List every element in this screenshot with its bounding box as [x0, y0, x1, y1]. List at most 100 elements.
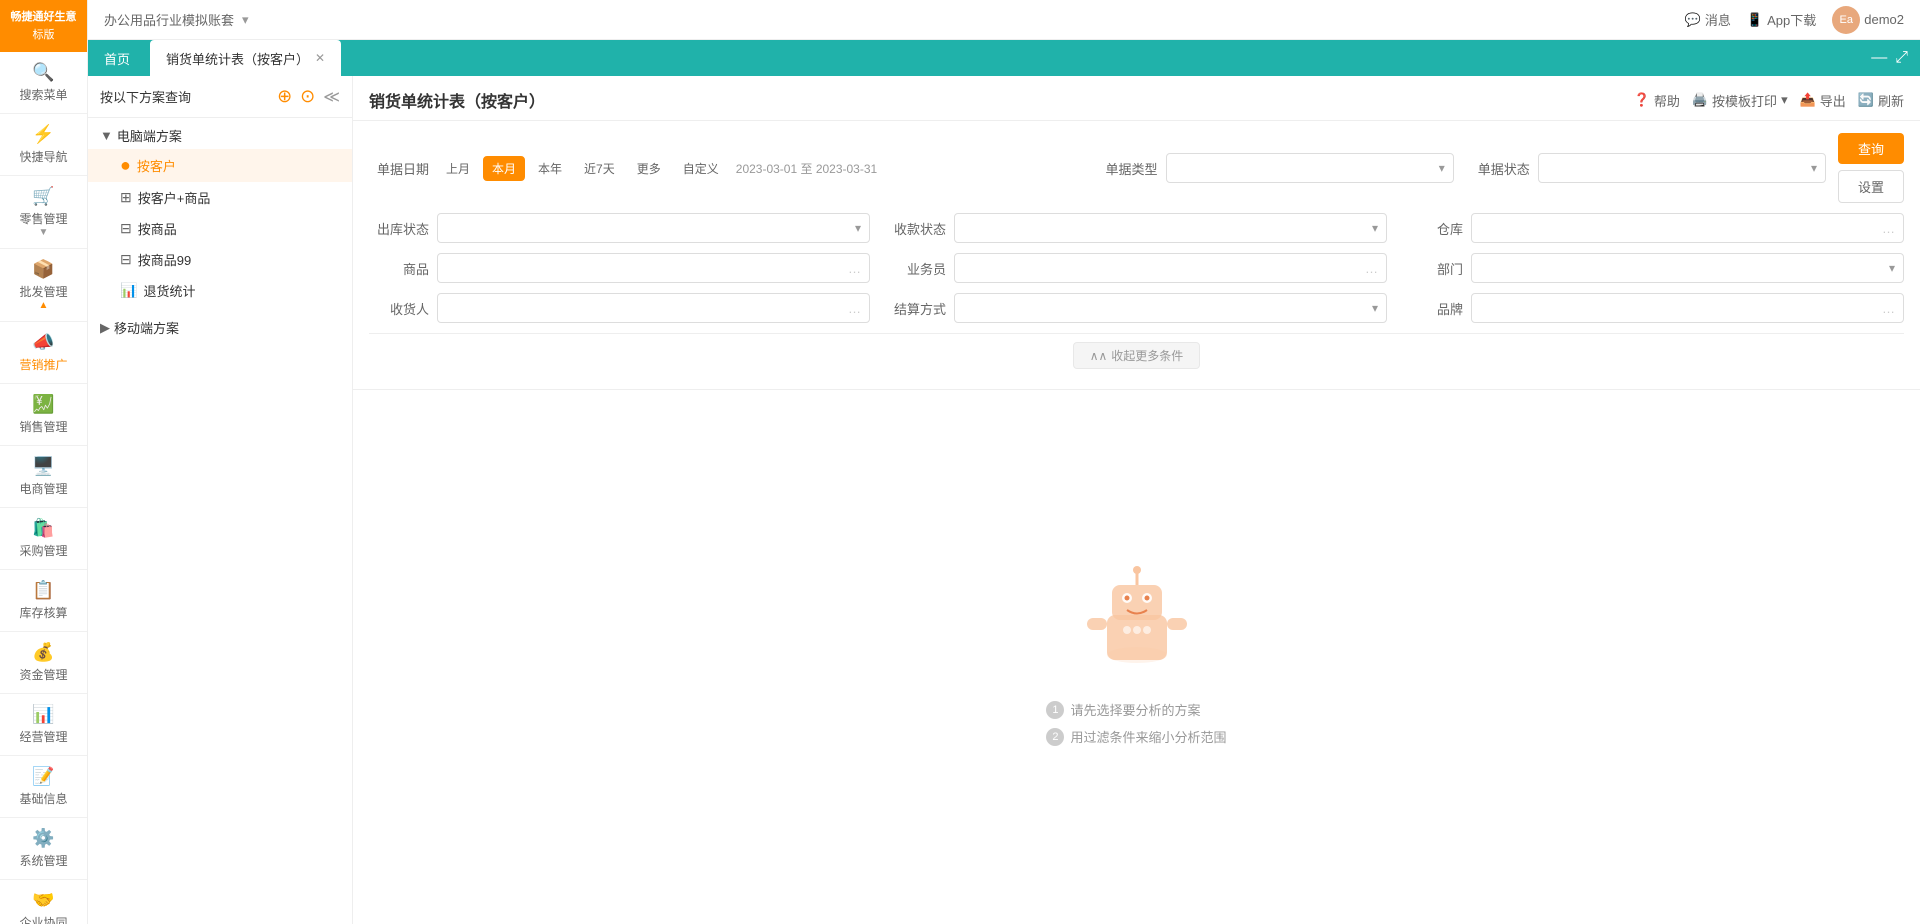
retail-icon: 🛒 — [32, 186, 54, 207]
tab-close-icon[interactable]: ✕ — [315, 51, 325, 65]
date-tabs-container: 上月 本月 本年 近7天 更多 自定义 2023-03-01 至 2023-03… — [437, 156, 1082, 181]
message-btn[interactable]: 💬 消息 — [1685, 10, 1731, 29]
sidebar-item-search[interactable]: 🔍 搜索菜单 — [0, 52, 87, 114]
filter-settle: 结算方式 ▾ — [886, 293, 1387, 323]
tree-section-desktop[interactable]: ▼ 电脑端方案 — [88, 118, 352, 149]
help-btn[interactable]: ❓ 帮助 — [1634, 91, 1680, 110]
settings-scheme-icon[interactable]: ⊙ — [300, 86, 315, 107]
sidebar-item-basic[interactable]: 📝 基础信息 — [0, 756, 87, 818]
print-dropdown-icon: ▾ — [1781, 92, 1788, 108]
doc-status-select[interactable]: ▾ — [1538, 153, 1826, 183]
receiver-select[interactable]: … — [437, 293, 870, 323]
filter-area: 单据日期 上月 本月 本年 近7天 更多 自定义 2023-03-01 至 20… — [353, 121, 1920, 390]
app-download-btn[interactable]: 📱 App下载 — [1747, 10, 1816, 29]
user-area[interactable]: Ea demo2 — [1832, 6, 1904, 34]
add-scheme-icon[interactable]: ⊕ — [277, 86, 292, 107]
collapse-btn[interactable]: ∧∧ 收起更多条件 — [1073, 342, 1201, 369]
sales-icon: 💹 — [32, 394, 54, 415]
product-dots: … — [848, 261, 861, 276]
sidebar-item-purchase-label: 采购管理 — [19, 542, 67, 559]
filter-row-3: 商品 … 业务员 … 部门 — [369, 253, 1904, 283]
date-tab-thisyear[interactable]: 本年 — [529, 156, 571, 181]
department-arrow: ▾ — [1889, 261, 1895, 275]
settle-arrow: ▾ — [1372, 301, 1378, 315]
print-label: 按模板打印 — [1712, 91, 1777, 110]
refresh-btn[interactable]: 🔄 刷新 — [1858, 91, 1904, 110]
print-btn[interactable]: 🖨️ 按模板打印 ▾ — [1692, 91, 1788, 110]
date-tab-lastmonth[interactable]: 上月 — [437, 156, 479, 181]
sidebar-item-retail[interactable]: 🛒 零售管理 ▼ — [0, 176, 87, 249]
wholesale-arrow: ▲ — [39, 300, 49, 311]
tab-maximize-icon[interactable]: ⤢ — [1895, 49, 1908, 67]
finance-icon: 💰 — [32, 642, 54, 663]
refresh-icon: 🔄 — [1858, 92, 1874, 108]
out-status-select[interactable]: ▾ — [437, 213, 870, 243]
settings-btn[interactable]: 设置 — [1838, 170, 1904, 203]
operation-icon: 📊 — [32, 704, 54, 725]
sidebar-item-ecommerce[interactable]: 🖥️ 电商管理 — [0, 446, 87, 508]
salesperson-select[interactable]: … — [954, 253, 1387, 283]
sidebar-item-finance[interactable]: 💰 资金管理 — [0, 632, 87, 694]
sidebar-item-purchase[interactable]: 🛍️ 采购管理 — [0, 508, 87, 570]
sidebar-item-system[interactable]: ⚙️ 系统管理 — [0, 818, 87, 880]
product-select[interactable]: … — [437, 253, 870, 283]
tree-item-customer-product[interactable]: ⊞ 按客户+商品 — [88, 182, 352, 213]
date-tab-thismonth[interactable]: 本月 — [483, 156, 525, 181]
department-select[interactable]: ▾ — [1471, 253, 1904, 283]
collect-status-select[interactable]: ▾ — [954, 213, 1387, 243]
warehouse-select[interactable]: … — [1471, 213, 1904, 243]
sidebar-item-quicknav[interactable]: ⚡ 快捷导航 — [0, 114, 87, 176]
tree-item-return-stats[interactable]: 📊 退货统计 — [88, 275, 352, 306]
sidebar-item-sales[interactable]: 💹 销售管理 — [0, 384, 87, 446]
tip-item-1: 1 请先选择要分析的方案 — [1046, 700, 1226, 719]
sidebar-item-wholesale[interactable]: 📦 批发管理 ▲ — [0, 249, 87, 322]
collect-status-label: 收款状态 — [886, 219, 946, 238]
sidebar-item-marketing[interactable]: 📣 营销推广 — [0, 322, 87, 384]
doc-status-label: 单据状态 — [1470, 159, 1530, 178]
tab-sales-stats-label: 销货单统计表（按客户） — [166, 49, 309, 68]
sidebar: 畅捷通好生意 标版 🔍 搜索菜单 ⚡ 快捷导航 🛒 零售管理 ▼ 📦 批发管理 … — [0, 0, 88, 924]
sidebar-item-ecommerce-label: 电商管理 — [19, 480, 67, 497]
export-btn[interactable]: 📤 导出 — [1800, 91, 1846, 110]
system-icon: ⚙️ — [32, 828, 54, 849]
tab-minimize-icon[interactable]: — — [1871, 49, 1887, 67]
filter-department: 部门 ▾ — [1403, 253, 1904, 283]
date-tab-more[interactable]: 更多 — [628, 156, 670, 181]
refresh-label: 刷新 — [1878, 91, 1904, 110]
app-download-icon: 📱 — [1747, 12, 1763, 28]
help-label: 帮助 — [1654, 91, 1680, 110]
tree-section-mobile[interactable]: ▶ 移动端方案 — [88, 310, 352, 341]
left-panel: 按以下方案查询 ⊕ ⊙ ≪ ▼ 电脑端方案 ● 按客户 ⊞ 按客户+商品 — [88, 76, 353, 924]
left-panel-header: 按以下方案查询 ⊕ ⊙ ≪ — [88, 76, 352, 118]
sidebar-item-operation[interactable]: 📊 经营管理 — [0, 694, 87, 756]
doc-type-select[interactable]: ▾ — [1166, 153, 1454, 183]
marketing-icon: 📣 — [32, 332, 54, 353]
tree-item-by-customer[interactable]: ● 按客户 — [88, 149, 352, 182]
collapse-panel-icon[interactable]: ≪ — [323, 87, 340, 107]
tab-sales-stats[interactable]: 销货单统计表（按客户） ✕ — [150, 40, 341, 76]
topbar-dropdown-icon[interactable]: ▾ — [242, 12, 249, 28]
sidebar-item-sales-label: 销售管理 — [19, 418, 67, 435]
tree-item-customer-label: 按客户 — [137, 156, 176, 175]
export-icon: 📤 — [1800, 92, 1816, 108]
sidebar-item-inventory[interactable]: 📋 库存核算 — [0, 570, 87, 632]
sidebar-item-cooperation[interactable]: 🤝 企业协同 — [0, 880, 87, 924]
product-label: 商品 — [369, 259, 429, 278]
ecommerce-icon: 🖥️ — [32, 456, 54, 477]
tab-home[interactable]: 首页 — [88, 40, 146, 76]
brand-select[interactable]: … — [1471, 293, 1904, 323]
print-icon: 🖨️ — [1692, 92, 1708, 108]
date-tab-7days[interactable]: 近7天 — [575, 156, 624, 181]
tree-item-product99[interactable]: ⊟ 按商品99 — [88, 244, 352, 275]
date-tab-custom[interactable]: 自定义 — [674, 156, 728, 181]
sidebar-item-retail-label: 零售管理 — [19, 210, 67, 227]
tip-num-1: 1 — [1046, 701, 1064, 719]
tree-item-by-product[interactable]: ⊟ 按商品 — [88, 213, 352, 244]
settle-select[interactable]: ▾ — [954, 293, 1387, 323]
sidebar-item-system-label: 系统管理 — [19, 852, 67, 869]
tree-section-desktop-label: 电脑端方案 — [117, 126, 182, 145]
tip-num-2: 2 — [1046, 728, 1064, 746]
out-status-label: 出库状态 — [369, 219, 429, 238]
filter-doc-type: 单据类型 ▾ — [1098, 153, 1454, 183]
query-btn[interactable]: 查询 — [1838, 133, 1904, 164]
